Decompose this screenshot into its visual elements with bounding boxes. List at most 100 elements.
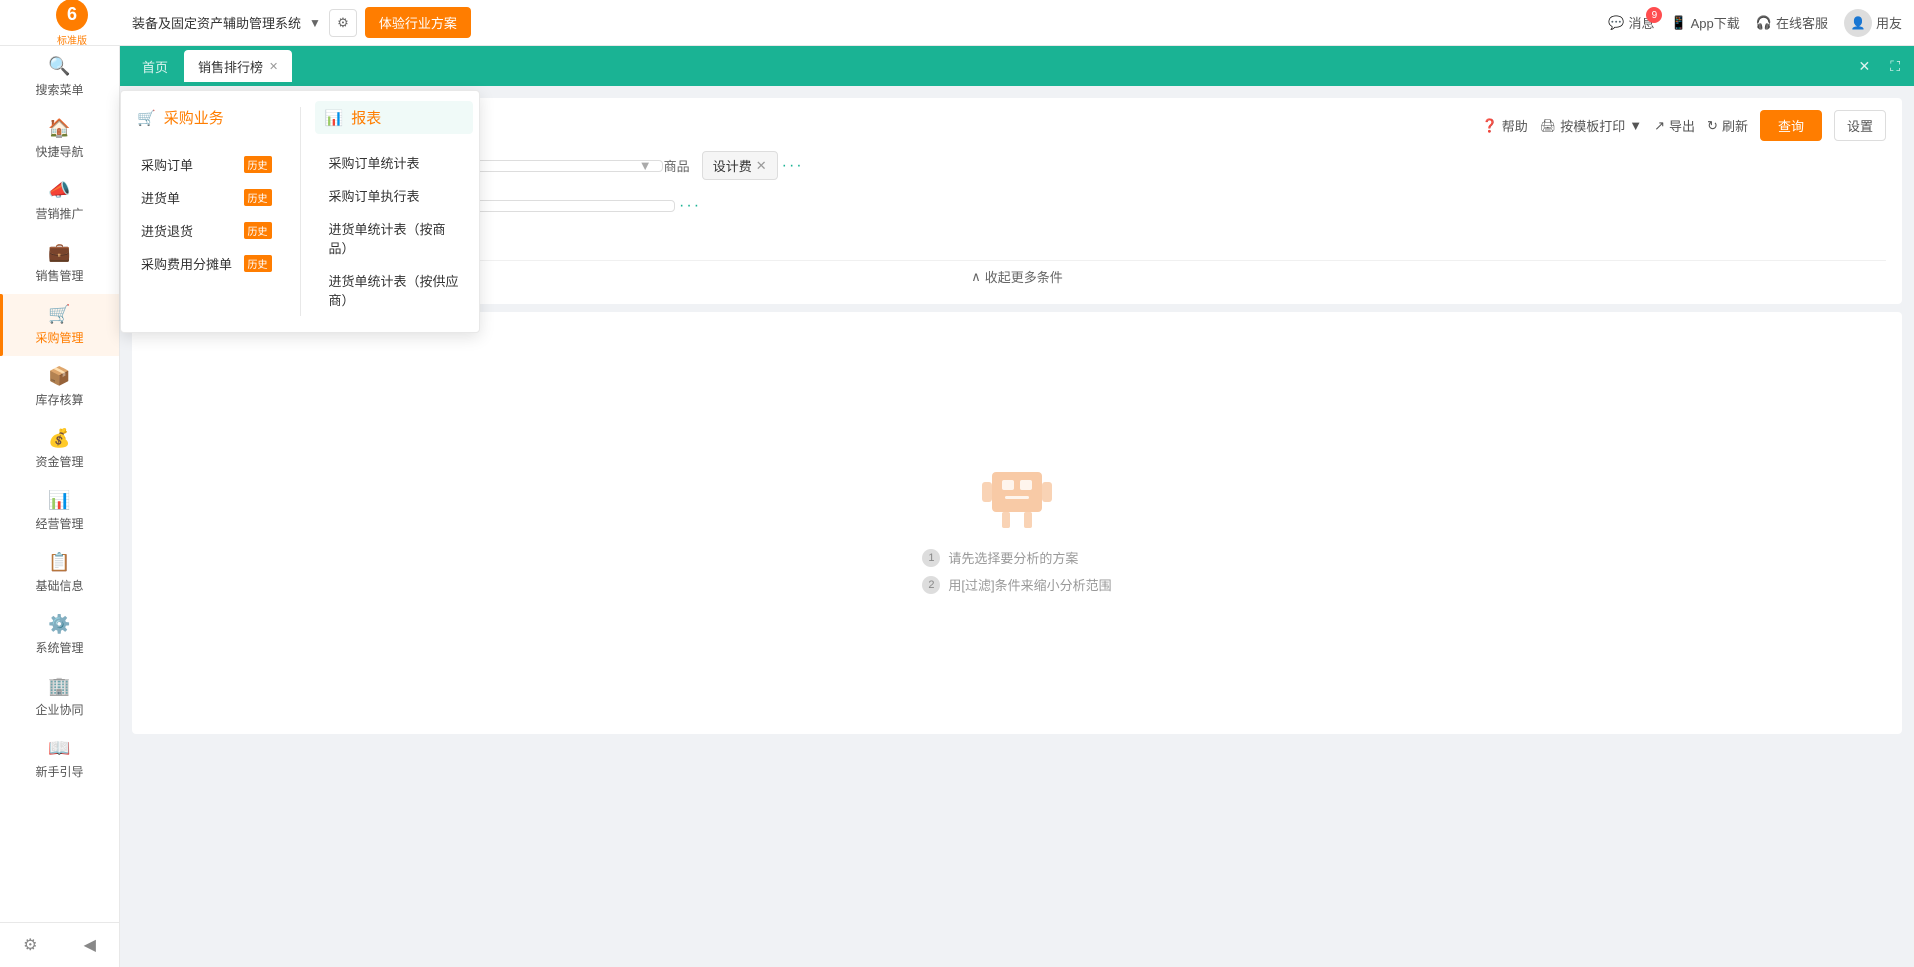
goods-tag[interactable]: 设计费 ✕ [702,151,778,180]
help-icon: ❓ [1482,118,1498,134]
sidebar-item-operations[interactable]: 📊 经营管理 [0,480,119,542]
system-settings-button[interactable]: ⚙ [329,9,357,37]
query-button[interactable]: 查询 [1760,110,1822,141]
logo-text: 标准版 [57,32,87,47]
menu-item-purchase-order[interactable]: 采购订单 历史 [137,148,276,181]
top-header: 6 标准版 装备及固定资产辅助管理系统 ▼ ⚙ 体验行业方案 💬 消息 9 📱 … [0,0,1914,46]
sidebar-item-inventory[interactable]: 📦 库存核算 [0,356,119,418]
sidebar-settings-button[interactable]: ⚙ [15,931,45,959]
goods-more-button[interactable]: ··· [782,157,804,175]
industry-solution-button[interactable]: 体验行业方案 [365,7,471,38]
sidebar-item-system[interactable]: ⚙️ 系统管理 [0,604,119,666]
refresh-icon: ↻ [1707,118,1718,134]
menu-item-stock-in-stats-by-supplier[interactable]: 进货单统计表（按供应商） [325,264,464,316]
empty-illustration [967,452,1067,532]
settings-button[interactable]: 设置 [1834,110,1886,141]
menu-item-stock-in-stats-by-goods[interactable]: 进货单统计表（按商品） [325,212,464,264]
print-icon: 🖨 [1540,118,1557,134]
megaphone-icon: 📣 [48,180,70,201]
book-icon: 📖 [48,738,70,759]
help-button[interactable]: ❓ 帮助 [1482,116,1528,135]
voucher-status-dropdown-icon: ▼ [639,158,652,173]
sidebar-label-marketing: 营销推广 [35,205,83,222]
sidebar-label-sales: 销售管理 [35,267,83,284]
message-button[interactable]: 💬 消息 9 [1608,13,1654,32]
menu-item-purchase-order-stats[interactable]: 采购订单统计表 [325,146,464,179]
report-column: 📊 报表 采购订单统计表 采购订单执行表 进货单统计表（按商品） 进货单统计表（… [325,107,464,316]
hint-text-2: 用[过滤]条件来缩小分析范围 [948,575,1111,594]
sidebar-bottom: ⚙ ◀ [0,922,119,967]
tab-close-all-button[interactable]: ✕ [1852,56,1876,77]
online-service-button[interactable]: 🎧 在线客服 [1756,13,1828,32]
empty-hint-2: 2 用[过滤]条件来缩小分析范围 [922,575,1111,594]
sidebar-label-basic-info: 基础信息 [35,577,83,594]
sidebar-item-sales[interactable]: 💼 销售管理 [0,232,119,294]
print-button[interactable]: 🖨 按模板打印 ▼ [1540,116,1642,135]
column-divider [300,107,301,316]
export-button[interactable]: ↗ 导出 [1654,116,1695,135]
header-middle: 装备及固定资产辅助管理系统 ▼ ⚙ 体验行业方案 [132,7,1608,38]
goods-tag-remove[interactable]: ✕ [756,158,767,174]
print-dropdown-icon: ▼ [1629,118,1642,133]
sidebar-item-marketing[interactable]: 📣 营销推广 [0,170,119,232]
menu-item-stock-return[interactable]: 进货退货 历史 [137,214,276,247]
menu-item-purchase-expense[interactable]: 采购费用分摊单 历史 [137,247,276,280]
sidebar-label-search: 搜索菜单 [35,81,83,98]
cart-section-icon: 🛒 [137,109,156,127]
hint-num-1: 1 [922,549,940,567]
sidebar-label-quick-nav: 快捷导航 [35,143,83,160]
empty-hint-1: 1 请先选择要分析的方案 [922,548,1111,567]
sidebar-item-enterprise[interactable]: 🏢 企业协同 [0,666,119,728]
tab-expand-button[interactable]: ⛶ [1884,56,1906,77]
stock-return-label: 进货退货 [141,221,193,240]
cart-icon: 🛒 [48,304,70,325]
sidebar-item-search[interactable]: 🔍 搜索菜单 [0,46,119,108]
empty-state-area: 1 请先选择要分析的方案 2 用[过滤]条件来缩小分析范围 [132,312,1902,734]
online-service-label: 在线客服 [1776,13,1828,32]
refresh-label: 刷新 [1722,116,1748,135]
sidebar-label-enterprise: 企业协同 [35,701,83,718]
sidebar-label-finance: 资金管理 [35,453,83,470]
report-section-icon: 📊 [325,109,344,127]
sidebar-item-quick-nav[interactable]: 🏠 快捷导航 [0,108,119,170]
gear-icon: ⚙️ [48,614,70,635]
message-icon: 💬 [1608,15,1624,31]
purchase-section-title: 采购业务 [164,107,224,128]
sidebar-item-guide[interactable]: 📖 新手引导 [0,728,119,790]
empty-state: 1 请先选择要分析的方案 2 用[过滤]条件来缩小分析范围 [132,372,1902,674]
purchase-section-header: 🛒 采购业务 [137,107,276,136]
sidebar-collapse-button[interactable]: ◀ [76,931,104,959]
sidebar-item-purchase[interactable]: 🛒 采购管理 [0,294,119,356]
user-menu-button[interactable]: 👤 用友 [1844,9,1902,37]
system-dropdown-button[interactable]: ▼ [309,16,321,30]
refresh-button[interactable]: ↻ 刷新 [1707,116,1748,135]
report-section-title: 报表 [351,107,381,128]
tab-home[interactable]: 首页 [128,50,182,82]
tab-home-label: 首页 [142,57,168,76]
system-name: 装备及固定资产辅助管理系统 [132,13,301,32]
briefcase-icon: 💼 [48,242,70,263]
print-label: 按模板打印 [1560,116,1625,135]
hint-num-2: 2 [922,576,940,594]
tab-close-icon[interactable]: ✕ [269,60,278,73]
sidebar-label-guide: 新手引导 [35,763,83,780]
app-download-label: App下载 [1691,13,1740,32]
voucher-status-select[interactable] [463,160,663,172]
empty-hints: 1 请先选择要分析的方案 2 用[过滤]条件来缩小分析范围 [922,548,1111,594]
tab-sales-rank-label: 销售排行榜 [198,57,263,76]
salesman-select[interactable] [475,200,675,212]
app-download-button[interactable]: 📱 App下载 [1670,13,1739,32]
sidebar-item-finance[interactable]: 💰 资金管理 [0,418,119,480]
tab-bar: 首页 销售排行榜 ✕ ✕ ⛶ [120,46,1914,86]
purchase-expense-label: 采购费用分摊单 [141,254,232,273]
report-section-header: 📊 报表 [315,101,474,134]
sidebar-item-basic-info[interactable]: 📋 基础信息 [0,542,119,604]
menu-item-purchase-order-exec[interactable]: 采购订单执行表 [325,179,464,212]
headset-icon: 🎧 [1756,15,1772,31]
tab-sales-rank[interactable]: 销售排行榜 ✕ [184,50,292,82]
purchase-order-history-badge: 历史 [244,156,272,173]
stock-in-stats-by-supplier-label: 进货单统计表（按供应商） [329,271,460,309]
box-icon: 📦 [48,366,70,387]
salesman-more-button[interactable]: ··· [679,197,701,215]
menu-item-stock-in[interactable]: 进货单 历史 [137,181,276,214]
